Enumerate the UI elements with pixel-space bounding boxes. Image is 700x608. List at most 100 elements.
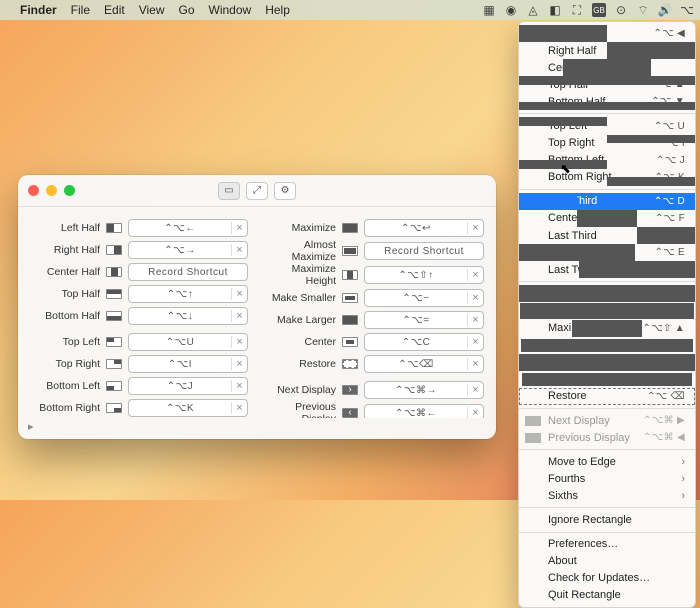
control-center-icon[interactable]: ⌥ [680,3,694,17]
menu-item[interactable]: First Third⌃⌥ D [519,193,695,210]
clear-shortcut-button[interactable]: × [231,222,247,234]
position-icon [525,433,541,443]
shortcut-field[interactable]: ⌃⌥↑× [128,285,248,303]
menu-item[interactable]: Center Half [519,59,695,76]
menu-item[interactable]: Smaller⌃⌥ − [519,337,695,354]
menu-item[interactable]: Restore⌃⌥ ⌫ [519,388,695,405]
close-button[interactable] [28,185,39,196]
menubar-right: ▦ ◉ ◬ ◧ ⛶ GB ⊙ ⌔ 🔊 ⌥ [482,3,694,17]
menu-item[interactable]: Last Two Thirds⌃⌥ T [519,261,695,278]
shortcut-field[interactable]: ⌃⌥U× [128,333,248,351]
shortcut-field[interactable]: ⌃⌥C× [364,333,484,351]
menu-item[interactable]: Bottom Left⌃⌥ J [519,152,695,169]
shortcut-field[interactable]: ⌃⌥⌘→× [364,381,484,399]
clear-shortcut-button[interactable]: × [467,407,483,418]
clear-shortcut-button[interactable]: × [467,358,483,370]
shortcut-field[interactable]: ⌃⌥I× [128,355,248,373]
volume-icon[interactable]: 🔊 [658,3,672,17]
menu-item[interactable]: Top Half⌃⌥ ▲ [519,76,695,93]
tab-snapping[interactable]: ⤢ [246,182,268,200]
status-icon[interactable]: ⛶ [570,3,584,17]
menu-item[interactable]: First Two Thirds⌃⌥ E [519,244,695,261]
menu-go[interactable]: Go [179,3,195,17]
shortcut-row: Restore ⌃⌥⌫× [266,355,484,373]
shortcut-field[interactable]: ⌃⌥←× [128,219,248,237]
menu-item[interactable]: Previous Display⌃⌥⌘ ◀ [519,429,695,446]
menu-edit[interactable]: Edit [104,3,125,17]
menu-window[interactable]: Window [209,3,252,17]
menu-item[interactable]: Bottom Right⌃⌥ K [519,169,695,186]
row-label: Bottom Half [30,310,100,322]
menu-item[interactable]: Maximize Height⌃⌥⇧ ▲ [519,320,695,337]
shortcut-field[interactable]: ⌃⌥⇧↑× [364,266,484,284]
shortcut-row: Maximize Height ⌃⌥⇧↑× [266,265,484,285]
menu-item[interactable]: Larger⌃⌥ = [519,354,695,371]
clear-shortcut-button[interactable]: × [467,336,483,348]
menu-view[interactable]: View [139,3,165,17]
shortcut-field[interactable]: ⌃⌥=× [364,311,484,329]
status-icon[interactable]: ◬ [526,3,540,17]
wifi-icon[interactable]: ⌔ [636,3,650,17]
menu-item[interactable]: Maximize⌃⌥ ↩ [519,285,695,302]
status-icon[interactable]: ⊙ [614,3,628,17]
shortcut-field[interactable]: ⌃⌥→× [128,241,248,259]
zoom-button[interactable] [64,185,75,196]
menu-item[interactable]: Quit Rectangle [519,587,695,604]
position-icon [342,315,358,325]
clear-shortcut-button[interactable]: × [231,358,247,370]
status-icon[interactable]: GB [592,3,606,17]
menu-item[interactable]: Bottom Half⌃⌥ ▼ [519,93,695,110]
menubar: Finder File Edit View Go Window Help ▦ ◉… [0,0,700,20]
clear-shortcut-button[interactable]: × [231,380,247,392]
row-label: Maximize [266,222,336,234]
menu-item[interactable]: Almost Maximize [519,302,695,319]
menu-file[interactable]: File [71,3,90,17]
status-icon[interactable]: ◧ [548,3,562,17]
clear-shortcut-button[interactable]: × [467,314,483,326]
shortcut-field[interactable]: ⌃⌥−× [364,289,484,307]
menu-item[interactable]: Top Right⌃⌥ I [519,135,695,152]
menubar-dropdown: Left Half⌃⌥ ◀ Right Half⌃⌥ ▶ Center Half… [518,21,696,608]
shortcut-field[interactable]: ⌃⌥↩× [364,219,484,237]
menu-item[interactable]: Right Half⌃⌥ ▶ [519,42,695,59]
clear-shortcut-button[interactable]: × [231,244,247,256]
tab-positions[interactable]: ▭ [218,182,240,200]
clear-shortcut-button[interactable]: × [231,336,247,348]
tab-settings[interactable]: ⚙ [274,182,296,200]
menu-item[interactable]: Ignore Rectangle [519,511,695,528]
status-icon[interactable]: ◉ [504,3,518,17]
shortcut-field[interactable]: Record Shortcut [364,242,484,260]
menu-item[interactable]: Check for Updates… [519,570,695,587]
shortcut-field[interactable]: ⌃⌥K× [128,399,248,417]
menu-item[interactable]: Center Third⌃⌥ F [519,210,695,227]
shortcut-field[interactable]: ⌃⌥↓× [128,307,248,325]
titlebar[interactable]: ▭ ⤢ ⚙ [18,175,496,207]
app-name[interactable]: Finder [20,3,57,17]
menu-item[interactable]: Left Half⌃⌥ ◀ [519,25,695,42]
menu-item[interactable]: Center⌃⌥ C [519,371,695,388]
menu-item-label: Last Third [548,230,646,242]
menu-item[interactable]: Move to Edge› [519,453,695,470]
menu-help[interactable]: Help [265,3,290,17]
clear-shortcut-button[interactable]: × [467,292,483,304]
disclosure-triangle[interactable]: ▸ [18,418,496,439]
menu-item[interactable]: Preferences… [519,536,695,553]
clear-shortcut-button[interactable]: × [231,288,247,300]
menu-item[interactable]: Top Left⌃⌥ U [519,117,695,134]
shortcut-field[interactable]: ⌃⌥⌫× [364,355,484,373]
clear-shortcut-button[interactable]: × [467,222,483,234]
status-icon[interactable]: ▦ [482,3,496,17]
menu-item[interactable]: Sixths› [519,487,695,504]
shortcut-field[interactable]: ⌃⌥J× [128,377,248,395]
clear-shortcut-button[interactable]: × [231,402,247,414]
minimize-button[interactable] [46,185,57,196]
clear-shortcut-button[interactable]: × [467,384,483,396]
menu-item[interactable]: Fourths› [519,470,695,487]
position-icon [525,80,541,90]
menu-item[interactable]: Last Third⌃⌥ G [519,227,695,244]
clear-shortcut-button[interactable]: × [467,269,483,281]
shortcut-field[interactable]: ⌃⌥⌘←× [364,404,484,418]
menu-item[interactable]: About [519,553,695,570]
shortcut-field[interactable]: Record Shortcut [128,263,248,281]
clear-shortcut-button[interactable]: × [231,310,247,322]
